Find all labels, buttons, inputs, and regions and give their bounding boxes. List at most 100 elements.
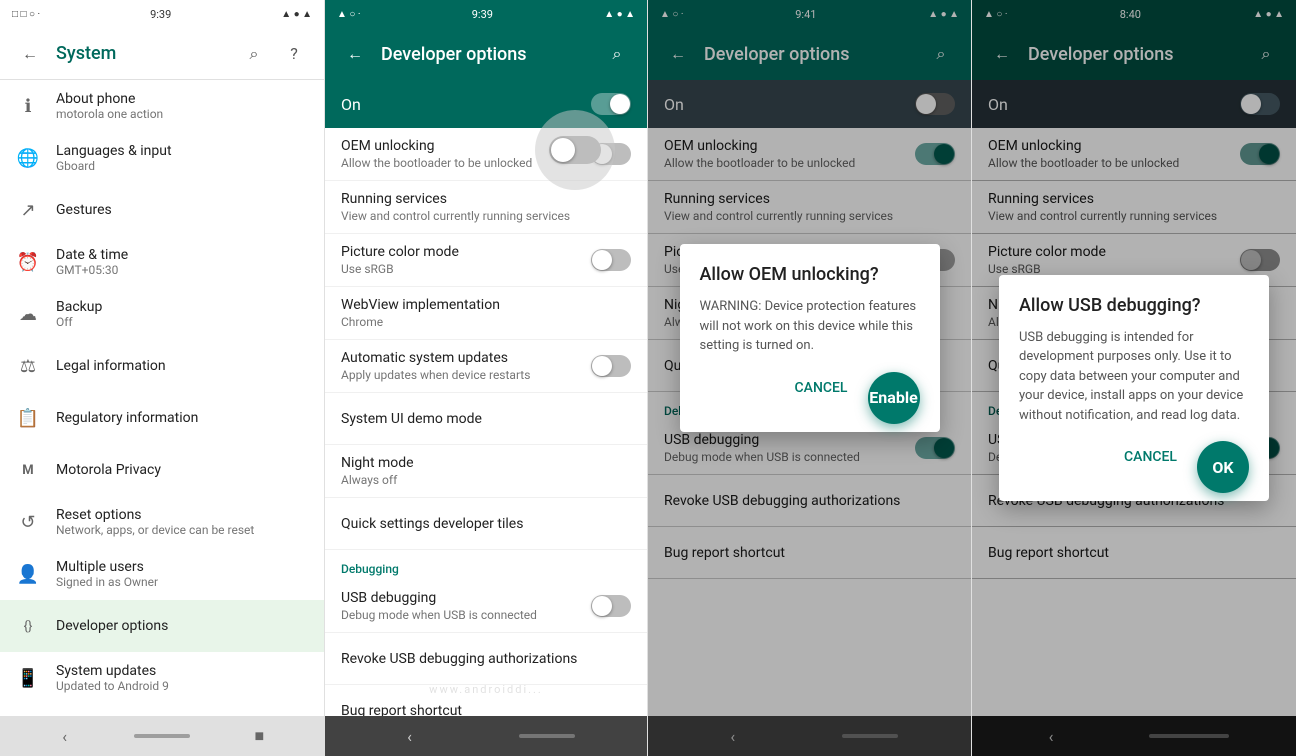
- bugreport-title: Bug report shortcut: [341, 703, 631, 717]
- sidebar-item-about[interactable]: ℹ About phone motorola one action: [0, 80, 324, 132]
- left-help-button[interactable]: ?: [280, 40, 308, 68]
- middle-search-button[interactable]: ⌕: [603, 40, 631, 68]
- nav-pill-left: [134, 734, 190, 738]
- help-icon: ?: [290, 44, 298, 63]
- usb-dialog-overlay: Allow USB debugging? USB debugging is in…: [972, 0, 1296, 756]
- picture-thumb: [592, 250, 612, 270]
- left-panel: □ □ ○ · 9:39 ▲ ● ▲ ← System ⌕ ? ℹ About …: [0, 0, 325, 756]
- legal-icon: ⚖: [16, 354, 40, 378]
- dev-item-revoke[interactable]: Revoke USB debugging authorizations: [325, 633, 647, 685]
- sidebar-sub-about: motorola one action: [56, 107, 163, 121]
- dev-item-usb[interactable]: USB debugging Debug mode when USB is con…: [325, 580, 647, 633]
- nav-back-left[interactable]: ‹: [53, 724, 77, 748]
- autoupdate-sub: Apply updates when device restarts: [341, 368, 591, 382]
- dev-item-bugreport[interactable]: Bug report shortcut: [325, 685, 647, 716]
- sidebar-label-motorola: Motorola Privacy: [56, 462, 161, 478]
- right2-panel: ▲ ○ · 8:40 ▲ ● ▲ ← Developer options ⌕ O…: [972, 0, 1296, 756]
- middle-back-button[interactable]: ←: [341, 40, 369, 68]
- reset-icon: ↺: [16, 510, 40, 534]
- usb-cancel-button[interactable]: Cancel: [1112, 441, 1189, 493]
- sidebar-item-reset[interactable]: ↺ Reset options Network, apps, or device…: [0, 496, 324, 548]
- usb-dialog-actions: Cancel OK: [1019, 441, 1249, 493]
- dev-item-webview[interactable]: WebView implementation Chrome: [325, 287, 647, 340]
- debugging-header-middle: Debugging: [325, 550, 647, 580]
- left-search-button[interactable]: ⌕: [240, 40, 268, 68]
- sidebar-sub-languages: Gboard: [56, 159, 172, 173]
- sidebar-item-regulatory[interactable]: 📋 Regulatory information: [0, 392, 324, 444]
- motorola-icon: M: [16, 458, 40, 482]
- oem-dialog-title: Allow OEM unlocking?: [700, 264, 920, 285]
- sidebar-item-users[interactable]: 👤 Multiple users Signed in as Owner: [0, 548, 324, 600]
- demo-title: System UI demo mode: [341, 411, 631, 427]
- oem-toggle-thumb-large: [551, 138, 575, 162]
- left-back-button[interactable]: ←: [16, 40, 44, 68]
- info-icon: ℹ: [16, 94, 40, 118]
- webview-title: WebView implementation: [341, 297, 631, 313]
- sidebar-label-updates: System updates: [56, 663, 169, 679]
- oem-enable-button[interactable]: Enable: [868, 372, 920, 424]
- language-icon: 🌐: [16, 146, 40, 170]
- sidebar-sub-reset: Network, apps, or device can be reset: [56, 523, 254, 537]
- dev-item-quicksettings[interactable]: Quick settings developer tiles: [325, 498, 647, 550]
- oem-dialog-body: WARNING: Device protection features will…: [700, 297, 920, 356]
- left-status-icons: □ □ ○ ·: [12, 9, 40, 20]
- sidebar-item-system-updates[interactable]: 📱 System updates Updated to Android 9: [0, 652, 324, 704]
- middle-time: 9:39: [472, 8, 493, 21]
- picture-toggle[interactable]: [591, 249, 631, 271]
- sidebar-item-motorola-privacy[interactable]: M Motorola Privacy: [0, 444, 324, 496]
- oem-dialog-actions: Cancel Enable: [700, 372, 920, 424]
- sidebar-label-legal: Legal information: [56, 358, 166, 374]
- middle-appbar: ← Developer options ⌕: [325, 28, 647, 80]
- developer-on-label: On: [341, 95, 591, 114]
- autoupdate-title: Automatic system updates: [341, 350, 591, 366]
- usb-thumb: [592, 596, 612, 616]
- oem-toggle-large: [549, 136, 601, 164]
- sidebar-item-datetime[interactable]: ⏰ Date & time GMT+05:30: [0, 236, 324, 288]
- sidebar-item-legal[interactable]: ⚖ Legal information: [0, 340, 324, 392]
- sidebar-list: ℹ About phone motorola one action 🌐 Lang…: [0, 80, 324, 716]
- dev-item-demo[interactable]: System UI demo mode: [325, 393, 647, 445]
- left-appbar: ← System ⌕ ?: [0, 28, 324, 80]
- updates-icon: 📱: [16, 666, 40, 690]
- usb-title: USB debugging: [341, 590, 591, 606]
- middle-appbar-title: Developer options: [381, 44, 591, 65]
- oem-cancel-button[interactable]: Cancel: [783, 372, 860, 424]
- sidebar-item-developer[interactable]: {} Developer options: [0, 600, 324, 652]
- sidebar-label-about: About phone: [56, 91, 163, 107]
- sidebar-label-regulatory: Regulatory information: [56, 410, 198, 426]
- sidebar-item-gestures[interactable]: ↗ Gestures: [0, 184, 324, 236]
- usb-toggle[interactable]: [591, 595, 631, 617]
- usb-dialog-body: USB debugging is intended for developmen…: [1019, 328, 1249, 426]
- clock-icon: ⏰: [16, 250, 40, 274]
- sidebar-item-languages[interactable]: 🌐 Languages & input Gboard: [0, 132, 324, 184]
- revoke-title: Revoke USB debugging authorizations: [341, 651, 631, 667]
- dev-list-middle: OEM unlocking Allow the bootloader to be…: [325, 128, 647, 716]
- developer-icon: {}: [16, 614, 40, 638]
- sidebar-label-gestures: Gestures: [56, 202, 112, 218]
- usb-dialog-title: Allow USB debugging?: [1019, 295, 1249, 316]
- nav-back-middle[interactable]: ‹: [398, 724, 422, 748]
- sidebar-label-backup: Backup: [56, 299, 102, 315]
- usb-ok-button[interactable]: OK: [1197, 441, 1249, 493]
- oem-dialog-overlay: Allow OEM unlocking? WARNING: Device pro…: [648, 0, 971, 756]
- nav-recent-left[interactable]: ■: [247, 724, 271, 748]
- oem-toggle-overlay: [535, 110, 615, 190]
- left-appbar-icons: ⌕ ?: [240, 40, 308, 68]
- webview-sub: Chrome: [341, 315, 631, 329]
- search-icon-middle: ⌕: [613, 44, 622, 64]
- dev-item-autoupdate[interactable]: Automatic system updates Apply updates w…: [325, 340, 647, 393]
- sidebar-item-backup[interactable]: ☁ Backup Off: [0, 288, 324, 340]
- dev-item-picture[interactable]: Picture color mode Use sRGB: [325, 234, 647, 287]
- sidebar-label-languages: Languages & input: [56, 143, 172, 159]
- status-bar-middle: ▲ ○ · 9:39 ▲ ● ▲: [325, 0, 647, 28]
- sidebar-sub-datetime: GMT+05:30: [56, 263, 128, 277]
- regulatory-icon: 📋: [16, 406, 40, 430]
- autoupdate-toggle[interactable]: [591, 355, 631, 377]
- sidebar-sub-users: Signed in as Owner: [56, 575, 158, 589]
- sidebar-label-reset: Reset options: [56, 507, 254, 523]
- dev-item-night[interactable]: Night mode Always off: [325, 445, 647, 498]
- developer-toggle[interactable]: [591, 93, 631, 115]
- dev-item-running[interactable]: Running services View and control curren…: [325, 181, 647, 234]
- sidebar-sub-backup: Off: [56, 315, 102, 329]
- night-title: Night mode: [341, 455, 631, 471]
